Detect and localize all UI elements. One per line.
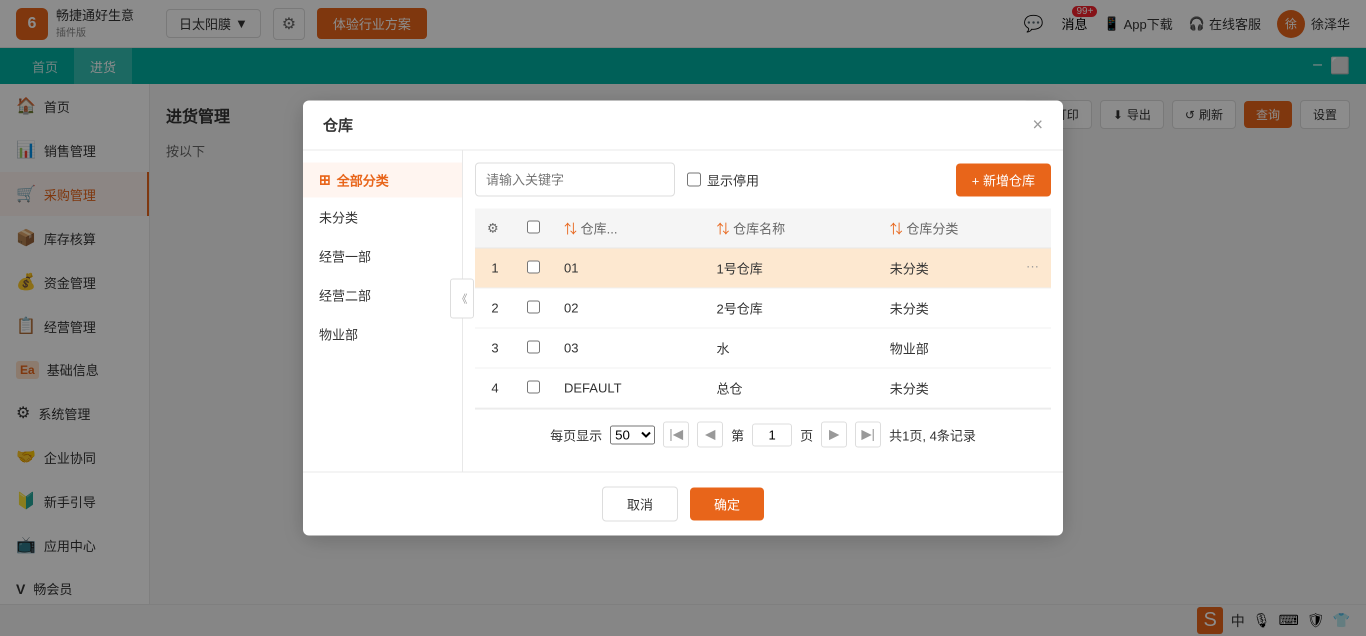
prev-page-button[interactable]: ◀	[697, 422, 723, 448]
row-code: 03	[552, 328, 705, 368]
row-index: 3	[475, 328, 515, 368]
collapse-sidebar-button[interactable]: 《	[450, 279, 474, 319]
add-warehouse-button[interactable]: + 新增仓库	[956, 163, 1051, 196]
search-box: 🔍	[475, 163, 675, 197]
next-page-button[interactable]: ▶	[821, 422, 847, 448]
total-info: 共1页, 4条记录	[889, 425, 976, 444]
page-number-input[interactable]	[752, 423, 792, 446]
show-disabled-checkbox[interactable]	[687, 173, 701, 187]
chevron-left-icon: 《	[457, 291, 468, 307]
show-disabled-label: 显示停用	[707, 170, 759, 189]
category-sidebar: ⊞ 全部分类 未分类 经营一部 经营二部 物业部 《	[303, 151, 463, 472]
row-category: 未分类 ···	[878, 248, 1051, 288]
close-button[interactable]: ×	[1032, 115, 1043, 136]
cat-item-property[interactable]: 物业部	[303, 315, 462, 354]
table-header: ⚙ ⇅ 仓库... ⇅ 仓库名称	[475, 209, 1051, 249]
modal-footer: 取消 确定	[303, 472, 1063, 536]
table-area: 🔍 显示停用 + 新增仓库 ⚙	[463, 151, 1063, 472]
first-page-button[interactable]: |◀	[663, 422, 689, 448]
row-code: 01	[552, 248, 705, 288]
warehouse-modal: 仓库 × ⊞ 全部分类 未分类 经营一部 经营二部 物业部 《	[303, 101, 1063, 536]
sort-icon: ⇅	[890, 222, 903, 237]
row-checkbox[interactable]	[527, 260, 540, 273]
table-row[interactable]: 3 03 水 物业部	[475, 328, 1051, 368]
table-body: 1 01 1号仓库 未分类 ··· 2	[475, 248, 1051, 408]
th-name: ⇅ 仓库名称	[705, 209, 878, 249]
show-disabled-area: 显示停用	[687, 170, 759, 189]
row-name: 水	[705, 328, 878, 368]
row-name: 2号仓库	[705, 288, 878, 328]
select-all-checkbox[interactable]	[527, 220, 540, 233]
th-check[interactable]	[515, 209, 552, 249]
confirm-button[interactable]: 确定	[690, 488, 764, 521]
th-code: ⇅ 仓库...	[552, 209, 705, 249]
per-page-label: 每页显示	[550, 425, 602, 444]
row-code: 02	[552, 288, 705, 328]
modal-title: 仓库	[323, 115, 353, 136]
row-category: 未分类	[878, 288, 1051, 328]
per-page-select[interactable]: 50 20 100	[610, 425, 655, 444]
cat-item-none[interactable]: 未分类	[303, 198, 462, 237]
table-row[interactable]: 2 02 2号仓库 未分类	[475, 288, 1051, 328]
row-checkbox[interactable]	[527, 300, 540, 313]
sort-icon: ⇅	[717, 222, 730, 237]
table-row[interactable]: 1 01 1号仓库 未分类 ···	[475, 248, 1051, 288]
table-toolbar: 🔍 显示停用 + 新增仓库	[475, 163, 1051, 197]
row-checkbox[interactable]	[527, 380, 540, 393]
cat-item-operations1[interactable]: 经营一部	[303, 237, 462, 276]
row-name: 1号仓库	[705, 248, 878, 288]
row-category: 未分类	[878, 368, 1051, 408]
sort-icon: ⇅	[564, 222, 577, 237]
row-actions[interactable]: ···	[1026, 259, 1039, 274]
search-input[interactable]	[476, 166, 672, 193]
row-category: 物业部	[878, 328, 1051, 368]
last-page-button[interactable]: ▶|	[855, 422, 881, 448]
cancel-button[interactable]: 取消	[602, 487, 678, 522]
page-unit: 页	[800, 425, 813, 444]
row-checkbox[interactable]	[527, 340, 540, 353]
pagination: 每页显示 50 20 100 |◀ ◀ 第 页 ▶ ▶| 共1页, 4条记录	[475, 409, 1051, 460]
modal-body: ⊞ 全部分类 未分类 经营一部 经营二部 物业部 《	[303, 151, 1063, 472]
row-name: 总仓	[705, 368, 878, 408]
th-gear[interactable]: ⚙	[475, 209, 515, 249]
all-categories[interactable]: ⊞ 全部分类	[303, 163, 462, 198]
search-icon[interactable]: 🔍	[672, 164, 675, 196]
row-index: 2	[475, 288, 515, 328]
grid-icon: ⊞	[319, 172, 331, 189]
row-index: 1	[475, 248, 515, 288]
table-row[interactable]: 4 DEFAULT 总仓 未分类	[475, 368, 1051, 408]
warehouse-table: ⚙ ⇅ 仓库... ⇅ 仓库名称	[475, 209, 1051, 409]
cat-item-operations2[interactable]: 经营二部	[303, 276, 462, 315]
row-code: DEFAULT	[552, 368, 705, 408]
row-index: 4	[475, 368, 515, 408]
th-category: ⇅ 仓库分类	[878, 209, 1051, 249]
gear-icon: ⚙	[487, 220, 499, 235]
page-label: 第	[731, 425, 744, 444]
modal-header: 仓库 ×	[303, 101, 1063, 151]
all-categories-label: 全部分类	[337, 171, 389, 190]
